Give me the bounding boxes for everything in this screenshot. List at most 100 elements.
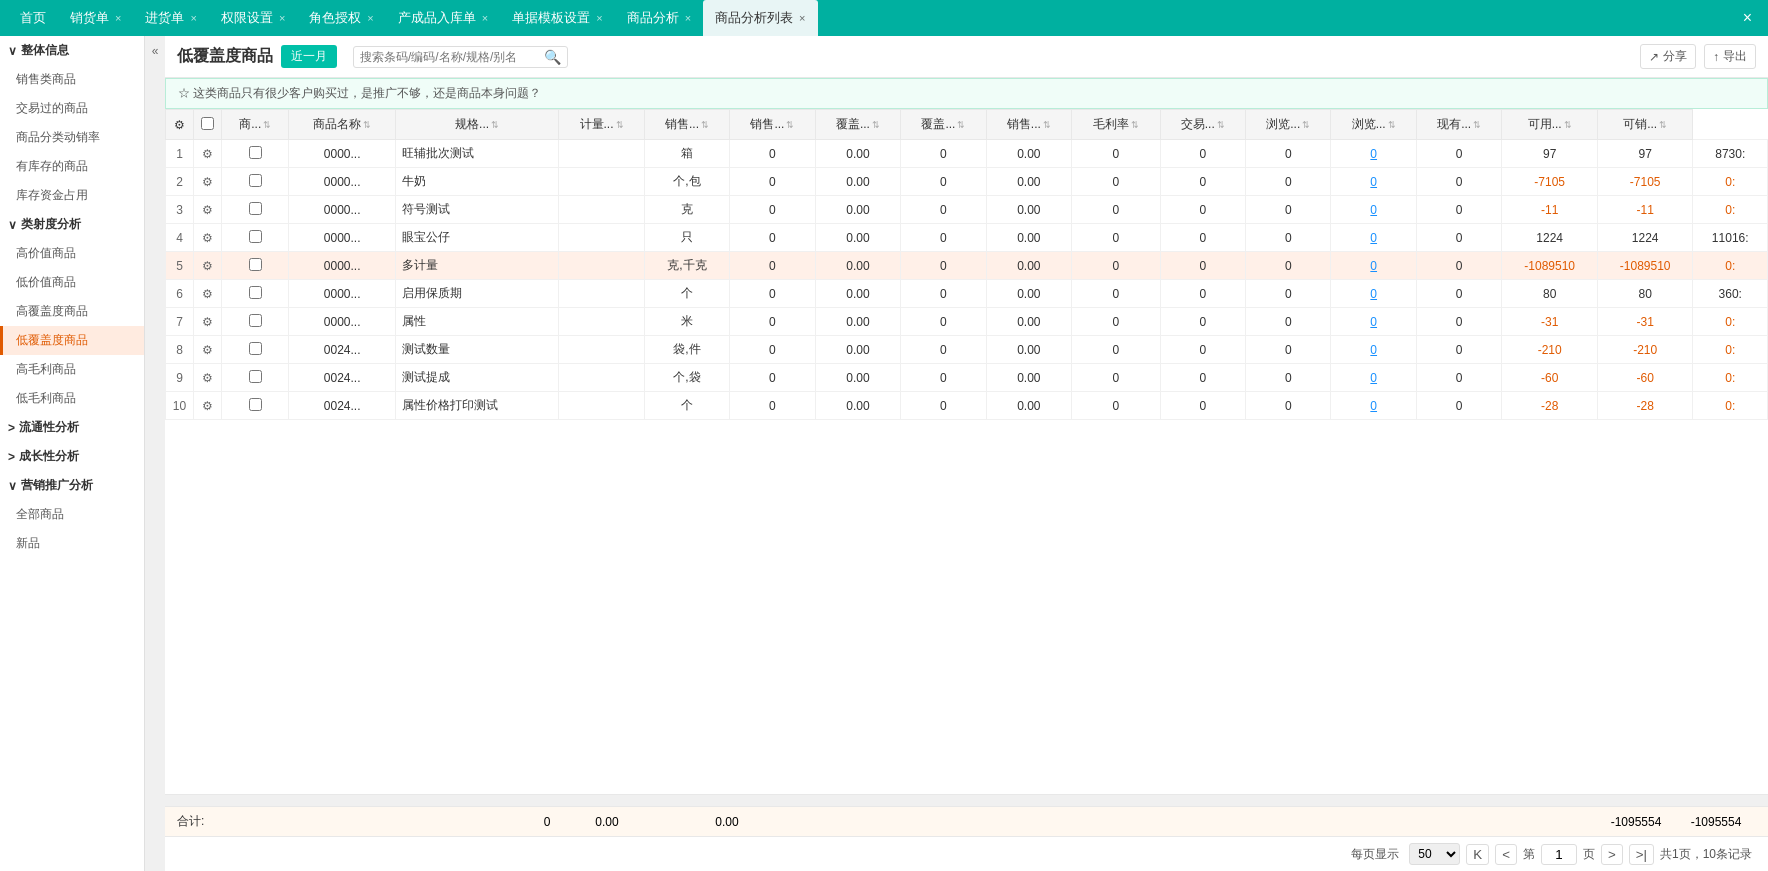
stock2-col-header[interactable]: 可用...⇅: [1502, 110, 1598, 140]
sidebar-item-low-gross[interactable]: 低毛利商品: [0, 384, 144, 413]
sidebar-group-overall[interactable]: ∨ 整体信息: [0, 36, 144, 65]
row-settings[interactable]: ⚙: [194, 224, 222, 252]
row-view1[interactable]: 0: [1331, 224, 1416, 252]
sales-qty-col-header[interactable]: 销售...⇅: [644, 110, 729, 140]
horizontal-scrollbar[interactable]: [165, 794, 1768, 806]
view1-col-header[interactable]: 浏览...⇅: [1246, 110, 1331, 140]
settings-col-header[interactable]: ⚙: [166, 110, 194, 140]
export-button[interactable]: ↑ 导出: [1704, 44, 1756, 69]
search-icon[interactable]: 🔍: [544, 49, 561, 65]
sidebar-item-category-rate[interactable]: 商品分类动销率: [0, 123, 144, 152]
stock3-col-header[interactable]: 可销...⇅: [1597, 110, 1693, 140]
row-settings[interactable]: ⚙: [194, 364, 222, 392]
share-button[interactable]: ↗ 分享: [1640, 44, 1696, 69]
row-view1[interactable]: 0: [1331, 364, 1416, 392]
sidebar-group-liquidity[interactable]: > 流通性分析: [0, 413, 144, 442]
close-icon[interactable]: ×: [685, 12, 691, 24]
row-settings[interactable]: ⚙: [194, 280, 222, 308]
next-page-button[interactable]: >: [1601, 844, 1623, 865]
close-icon[interactable]: ×: [115, 12, 121, 24]
page-number-input[interactable]: [1541, 844, 1577, 865]
sidebar-item-stock-capital[interactable]: 库存资金占用: [0, 181, 144, 210]
nav-purchase[interactable]: 进货单 ×: [133, 0, 208, 36]
sidebar-group-coverage[interactable]: ∨ 类射度分析: [0, 210, 144, 239]
close-icon[interactable]: ×: [596, 12, 602, 24]
spec-col-header[interactable]: 规格...⇅: [395, 110, 558, 140]
nav-roles[interactable]: 角色授权 ×: [297, 0, 385, 36]
row-settings[interactable]: ⚙: [194, 392, 222, 420]
sidebar-item-sales-goods[interactable]: 销售类商品: [0, 65, 144, 94]
row-checkbox[interactable]: [222, 196, 289, 224]
sidebar-item-high-coverage[interactable]: 高覆盖度商品: [0, 297, 144, 326]
prev-page-button[interactable]: <: [1495, 844, 1517, 865]
name-col-header[interactable]: 商品名称⇅: [289, 110, 395, 140]
row-settings[interactable]: ⚙: [194, 140, 222, 168]
row-checkbox[interactable]: [222, 224, 289, 252]
select-all-checkbox[interactable]: [201, 117, 214, 130]
code-col-header[interactable]: 商...⇅: [222, 110, 289, 140]
last-page-button[interactable]: >|: [1629, 844, 1654, 865]
time-filter-button[interactable]: 近一月: [281, 45, 337, 68]
sales3-col-header[interactable]: 销售...⇅: [986, 110, 1071, 140]
sidebar-collapse-button[interactable]: «: [145, 36, 165, 871]
cover2-col-header[interactable]: 覆盖...⇅: [901, 110, 986, 140]
row-gross: 0: [1160, 140, 1245, 168]
nav-product-analysis-list[interactable]: 商品分析列表 ×: [703, 0, 817, 36]
close-icon[interactable]: ×: [279, 12, 285, 24]
sidebar-item-low-value[interactable]: 低价值商品: [0, 268, 144, 297]
unit-col-header[interactable]: 计量...⇅: [559, 110, 644, 140]
first-page-button[interactable]: K: [1466, 844, 1489, 865]
sidebar-item-traded-goods[interactable]: 交易过的商品: [0, 94, 144, 123]
nav-permissions[interactable]: 权限设置 ×: [209, 0, 297, 36]
row-checkbox[interactable]: [222, 252, 289, 280]
row-checkbox[interactable]: [222, 364, 289, 392]
row-checkbox[interactable]: [222, 308, 289, 336]
row-view1[interactable]: 0: [1331, 140, 1416, 168]
row-checkbox[interactable]: [222, 140, 289, 168]
nav-sales-order[interactable]: 销货单 ×: [58, 0, 133, 36]
sidebar-item-high-value[interactable]: 高价值商品: [0, 239, 144, 268]
row-checkbox[interactable]: [222, 168, 289, 196]
close-icon[interactable]: ×: [482, 12, 488, 24]
trade-col-header[interactable]: 交易...⇅: [1160, 110, 1245, 140]
row-settings[interactable]: ⚙: [194, 252, 222, 280]
row-checkbox[interactable]: [222, 336, 289, 364]
window-close-button[interactable]: ×: [1735, 9, 1760, 27]
row-settings[interactable]: ⚙: [194, 336, 222, 364]
row-settings[interactable]: ⚙: [194, 168, 222, 196]
sales-amt-col-header[interactable]: 销售...⇅: [730, 110, 815, 140]
row-checkbox[interactable]: [222, 280, 289, 308]
close-icon[interactable]: ×: [367, 12, 373, 24]
stock1-col-header[interactable]: 现有...⇅: [1416, 110, 1501, 140]
search-input[interactable]: [360, 50, 540, 64]
row-view1[interactable]: 0: [1331, 280, 1416, 308]
nav-product-warehouse[interactable]: 产成品入库单 ×: [386, 0, 500, 36]
nav-product-analysis[interactable]: 商品分析 ×: [615, 0, 703, 36]
close-icon[interactable]: ×: [799, 12, 805, 24]
row-view1[interactable]: 0: [1331, 336, 1416, 364]
row-view1[interactable]: 0: [1331, 308, 1416, 336]
sidebar-item-high-gross[interactable]: 高毛利商品: [0, 355, 144, 384]
sidebar-group-marketing[interactable]: ∨ 营销推广分析: [0, 471, 144, 500]
row-settings[interactable]: ⚙: [194, 196, 222, 224]
view2-col-header[interactable]: 浏览...⇅: [1331, 110, 1416, 140]
sidebar-item-new-goods[interactable]: 新品: [0, 529, 144, 558]
row-view1[interactable]: 0: [1331, 168, 1416, 196]
checkbox-col-header[interactable]: [194, 110, 222, 140]
close-icon[interactable]: ×: [190, 12, 196, 24]
sidebar-item-low-coverage[interactable]: 低覆盖度商品: [0, 326, 144, 355]
row-view1[interactable]: 0: [1331, 196, 1416, 224]
nav-home[interactable]: 首页: [8, 0, 58, 36]
sidebar-group-growth[interactable]: > 成长性分析: [0, 442, 144, 471]
nav-template-settings[interactable]: 单据模板设置 ×: [500, 0, 614, 36]
page-size-select[interactable]: 50 20 100 200: [1409, 843, 1460, 865]
sidebar-item-all-goods[interactable]: 全部商品: [0, 500, 144, 529]
sidebar-item-in-stock[interactable]: 有库存的商品: [0, 152, 144, 181]
row-view1[interactable]: 0: [1331, 252, 1416, 280]
gross-col-header[interactable]: 毛利率⇅: [1072, 110, 1160, 140]
table-container: ⚙ 商...⇅ 商品名称⇅ 规格...⇅ 计量...⇅ 销售...⇅ 销售...…: [165, 109, 1768, 794]
cover1-col-header[interactable]: 覆盖...⇅: [815, 110, 900, 140]
row-view1[interactable]: 0: [1331, 392, 1416, 420]
row-checkbox[interactable]: [222, 392, 289, 420]
row-settings[interactable]: ⚙: [194, 308, 222, 336]
